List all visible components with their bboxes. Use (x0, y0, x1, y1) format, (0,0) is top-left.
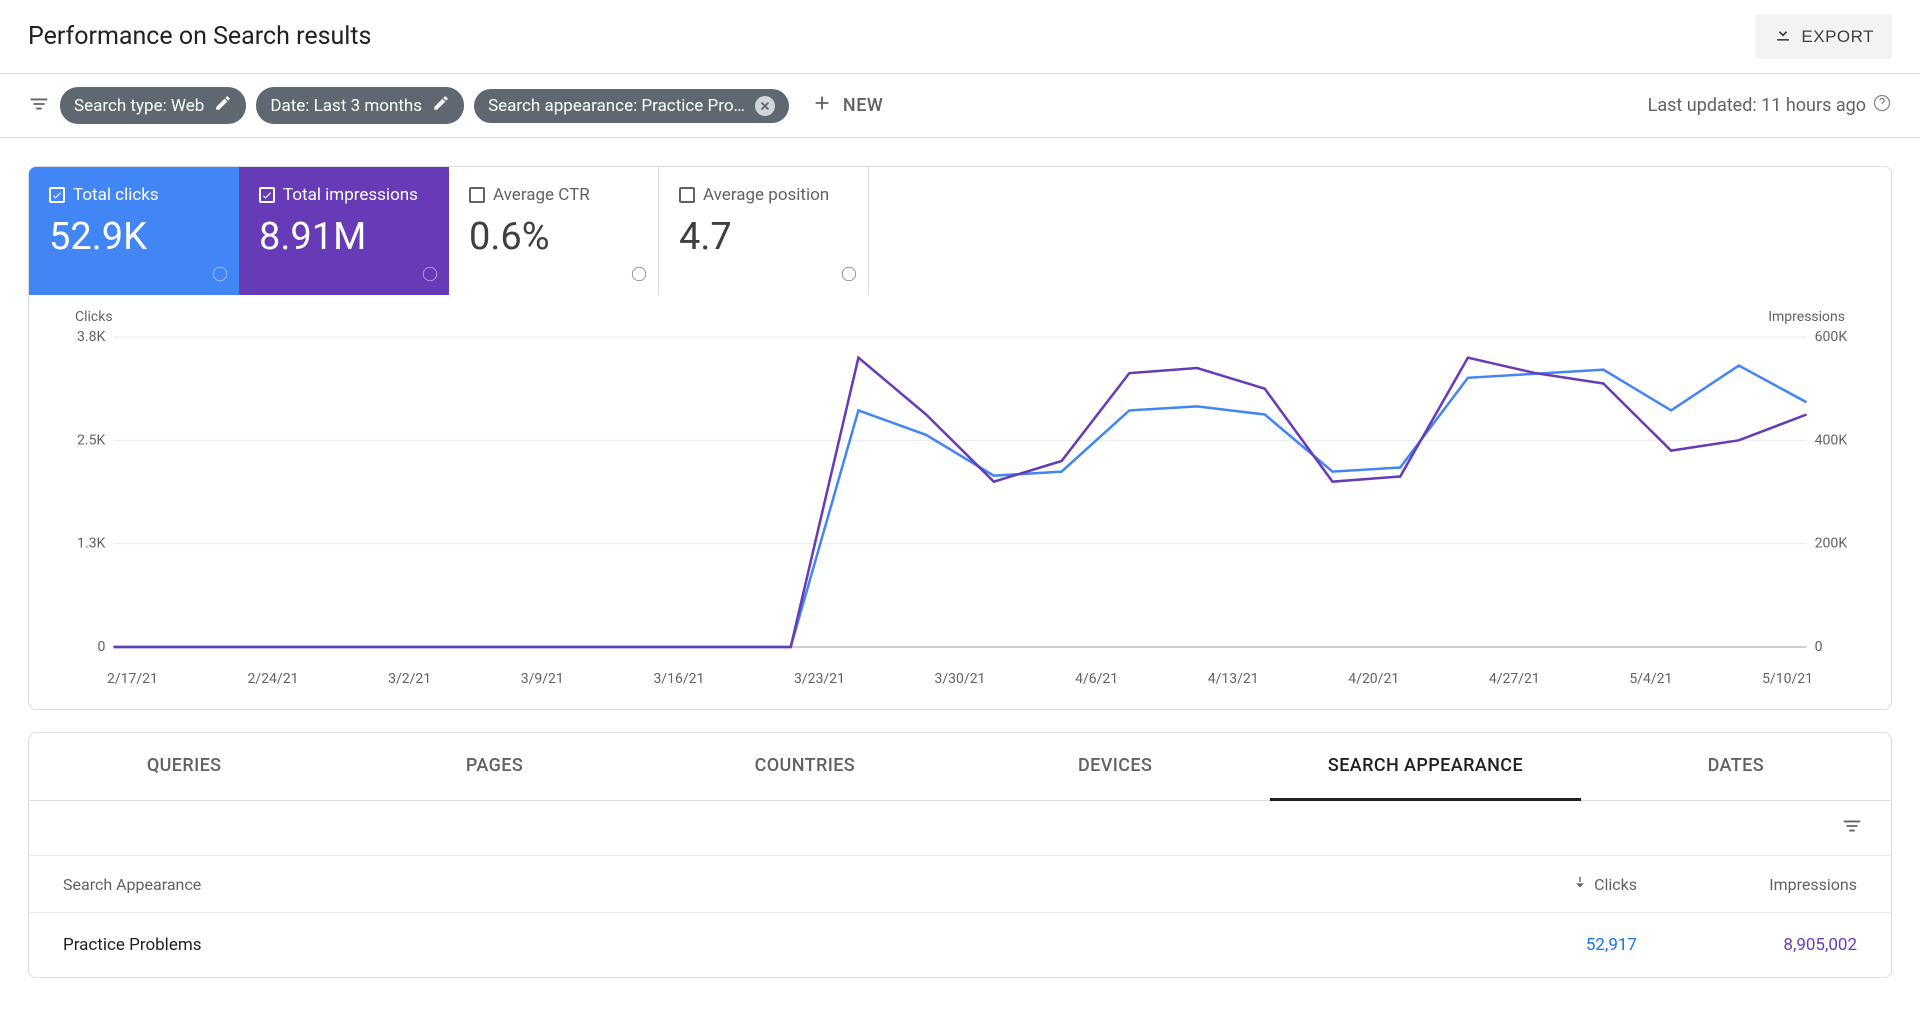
x-tick: 3/16/21 (653, 671, 704, 687)
card-average-ctr[interactable]: Average CTR 0.6% (449, 167, 659, 295)
tab-countries[interactable]: COUNTRIES (650, 733, 960, 800)
svg-text:600K: 600K (1815, 329, 1848, 345)
svg-text:2.5K: 2.5K (77, 432, 106, 448)
results-panel: QUERIESPAGESCOUNTRIESDEVICESSEARCH APPEA… (28, 732, 1892, 978)
help-icon[interactable] (840, 265, 858, 287)
tab-queries[interactable]: QUERIES (29, 733, 339, 800)
tab-pages[interactable]: PAGES (339, 733, 649, 800)
x-tick: 4/20/21 (1348, 671, 1399, 687)
download-icon (1773, 24, 1793, 49)
edit-icon (214, 94, 232, 117)
checkbox-checked-icon (49, 187, 65, 203)
x-tick: 3/23/21 (794, 671, 845, 687)
svg-text:200K: 200K (1815, 536, 1848, 552)
close-icon[interactable] (755, 96, 775, 116)
export-label: EXPORT (1801, 27, 1874, 47)
card-label: Average CTR (493, 185, 590, 205)
filter-bar: Search type: Web Date: Last 3 months Sea… (0, 74, 1920, 138)
last-updated-text: Last updated: 11 hours ago (1648, 95, 1866, 116)
table-row[interactable]: Practice Problems52,9178,905,002 (29, 913, 1891, 977)
svg-text:0: 0 (1815, 639, 1823, 655)
svg-text:0: 0 (97, 639, 105, 655)
checkbox-unchecked-icon (679, 187, 695, 203)
chart-series-clicks (113, 366, 1806, 647)
col-clicks[interactable]: Clicks (1417, 874, 1637, 894)
export-button[interactable]: EXPORT (1755, 14, 1892, 59)
chip-label: Search type: Web (74, 96, 204, 116)
cell-clicks: 52,917 (1417, 935, 1637, 955)
table-filter-row (29, 801, 1891, 856)
svg-text:3.8K: 3.8K (77, 329, 106, 345)
left-axis-label: Clicks (75, 309, 113, 325)
x-tick: 5/4/21 (1629, 671, 1672, 687)
tab-search-appearance[interactable]: SEARCH APPEARANCE (1270, 733, 1580, 801)
x-tick: 2/24/21 (248, 671, 299, 687)
help-icon[interactable] (630, 265, 648, 287)
filter-list-icon[interactable] (28, 93, 50, 119)
line-chart: 3.8K 600K 2.5K 400K 1.3K 200K 0 0 (53, 307, 1867, 667)
svg-text:400K: 400K (1815, 432, 1848, 448)
cell-impressions: 8,905,002 (1637, 935, 1857, 955)
chip-search-appearance[interactable]: Search appearance: Practice Pro… (474, 89, 789, 123)
page-title: Performance on Search results (28, 22, 371, 51)
card-value: 0.6% (469, 215, 638, 259)
chip-label: Search appearance: Practice Pro… (488, 96, 745, 116)
checkbox-unchecked-icon (469, 187, 485, 203)
metrics-panel: Total clicks 52.9K Total impressions 8.9… (28, 166, 1892, 710)
chart-series-impressions (113, 358, 1806, 647)
x-tick: 3/2/21 (388, 671, 431, 687)
x-tick: 4/6/21 (1075, 671, 1118, 687)
card-average-position[interactable]: Average position 4.7 (659, 167, 869, 295)
card-label: Total clicks (73, 185, 159, 205)
help-icon[interactable] (211, 265, 229, 287)
checkbox-checked-icon (259, 187, 275, 203)
card-value: 4.7 (679, 215, 848, 259)
chip-label: Date: Last 3 months (270, 96, 422, 116)
edit-icon (432, 94, 450, 117)
tab-bar: QUERIESPAGESCOUNTRIESDEVICESSEARCH APPEA… (29, 733, 1891, 801)
chart-area: Clicks Impressions 3.8K 600K 2.5K 400K 1.3K 2… (29, 295, 1891, 709)
plus-icon (811, 92, 833, 119)
right-axis-label: Impressions (1768, 309, 1845, 325)
chip-date[interactable]: Date: Last 3 months (256, 87, 464, 124)
card-value: 8.91M (259, 215, 429, 259)
col-impressions[interactable]: Impressions (1637, 875, 1857, 894)
x-tick: 4/27/21 (1489, 671, 1540, 687)
svg-text:1.3K: 1.3K (77, 536, 106, 552)
x-tick: 4/13/21 (1208, 671, 1259, 687)
card-value: 52.9K (49, 215, 219, 259)
card-total-impressions[interactable]: Total impressions 8.91M (239, 167, 449, 295)
last-updated: Last updated: 11 hours ago (1648, 93, 1892, 118)
tab-dates[interactable]: DATES (1581, 733, 1891, 800)
x-tick: 3/30/21 (935, 671, 986, 687)
cell-name: Practice Problems (63, 935, 1417, 955)
filter-icon[interactable] (1841, 815, 1863, 841)
col-name: Search Appearance (63, 875, 1417, 894)
x-tick: 3/9/21 (521, 671, 564, 687)
new-label: NEW (843, 95, 883, 116)
card-label: Total impressions (283, 185, 418, 205)
page-header: Performance on Search results EXPORT (0, 0, 1920, 74)
x-tick: 2/17/21 (107, 671, 158, 687)
card-label: Average position (703, 185, 829, 205)
help-icon[interactable] (421, 265, 439, 287)
card-total-clicks[interactable]: Total clicks 52.9K (29, 167, 239, 295)
sort-desc-icon (1572, 874, 1588, 894)
help-icon[interactable] (1872, 93, 1892, 118)
new-filter-button[interactable]: NEW (799, 86, 895, 125)
table-header: Search Appearance Clicks Impressions (29, 856, 1891, 913)
chip-search-type[interactable]: Search type: Web (60, 87, 246, 124)
x-tick: 5/10/21 (1762, 671, 1813, 687)
x-axis-ticks: 2/17/21 2/24/21 3/2/21 3/9/21 3/16/21 3/23/21… (53, 667, 1867, 703)
tab-devices[interactable]: DEVICES (960, 733, 1270, 800)
